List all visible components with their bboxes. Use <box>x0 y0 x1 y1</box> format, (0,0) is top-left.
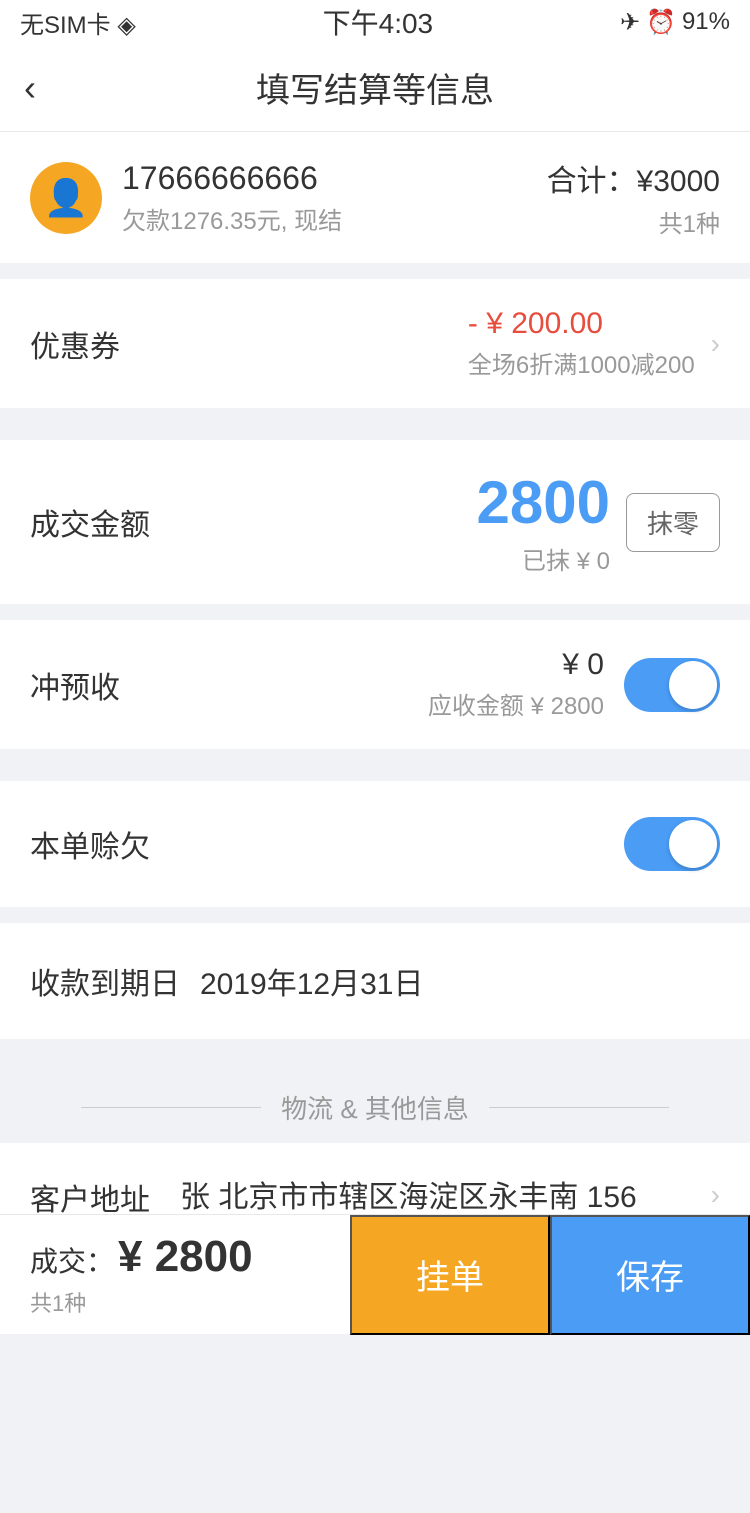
total-amount: 合计：¥3000 <box>547 156 720 200</box>
bottom-spacer <box>0 1313 750 1513</box>
address-label: 客户地址 <box>30 1175 150 1219</box>
footer-left: 成交： ¥ 2800 共1种 <box>0 1232 350 1318</box>
customer-card: 👤 17666666666 欠款1276.35元, 现结 合计：¥3000 共1… <box>0 132 750 263</box>
chong-amount: ¥ 0 <box>562 648 604 682</box>
round-button[interactable]: 抹零 <box>626 493 720 552</box>
customer-phone: 17666666666 <box>122 160 342 197</box>
coupon-amount: - ¥ 200.00 <box>468 307 695 341</box>
divider-line-left <box>81 1107 261 1108</box>
transaction-amount: 2800 <box>477 468 610 537</box>
battery-status: 91% <box>682 8 730 36</box>
customer-info: 17666666666 欠款1276.35元, 现结 <box>122 160 342 236</box>
chong-right: ¥ 0 应收金额 ¥ 2800 <box>428 648 720 721</box>
credit-label: 本单赊欠 <box>30 822 150 866</box>
credit-row: 本单赊欠 <box>0 781 750 907</box>
status-time: 下午4:03 <box>323 2 434 42</box>
status-bar: 无SIM卡 ◈ 下午4:03 ✈ ⏰ 91% <box>0 0 750 44</box>
logistics-divider: 物流 & 其他信息 <box>0 1071 750 1143</box>
credit-toggle-knob <box>669 820 717 868</box>
nav-bar: ‹ 填写结算等信息 <box>0 44 750 132</box>
alarm-icon: ⏰ <box>646 8 676 37</box>
coupon-label: 优惠券 <box>30 322 120 366</box>
due-date-value: 2019年12月31日 <box>200 959 423 1003</box>
transaction-right: 2800 已抹 ¥ 0 抹零 <box>477 468 721 576</box>
sim-status: 无SIM卡 ◈ <box>20 5 136 40</box>
total-count: 共1种 <box>547 204 720 239</box>
hang-order-button[interactable]: 挂单 <box>350 1215 550 1335</box>
credit-toggle[interactable] <box>624 817 720 871</box>
coupon-desc: 全场6折满1000减200 <box>468 345 695 380</box>
customer-row: 👤 17666666666 欠款1276.35元, 现结 合计：¥3000 共1… <box>0 132 750 263</box>
chong-label: 冲预收 <box>30 663 120 707</box>
customer-right: 合计：¥3000 共1种 <box>547 156 720 239</box>
chevron-icon: › <box>711 328 720 360</box>
footer: 成交： ¥ 2800 共1种 挂单 保存 <box>0 1214 750 1334</box>
footer-amount: ¥ 2800 <box>118 1232 253 1282</box>
avatar-icon: 👤 <box>44 177 89 219</box>
divider-line-right <box>489 1107 669 1108</box>
amount-center: 2800 已抹 ¥ 0 <box>477 468 610 576</box>
due-date-label: 收款到期日 <box>30 959 180 1003</box>
chong-toggle[interactable] <box>624 658 720 712</box>
back-button[interactable]: ‹ <box>24 67 36 109</box>
status-right: ✈ ⏰ 91% <box>620 8 730 37</box>
section-divider-2 <box>0 765 750 781</box>
avatar: 👤 <box>30 162 102 234</box>
customer-sub: 欠款1276.35元, 现结 <box>122 201 342 236</box>
status-left: 无SIM卡 ◈ <box>20 5 136 40</box>
chong-sub: 应收金额 ¥ 2800 <box>428 686 604 721</box>
section-divider-1 <box>0 424 750 440</box>
transaction-label: 成交金额 <box>30 500 150 544</box>
address-chevron-icon: › <box>711 1179 720 1211</box>
chong-values: ¥ 0 应收金额 ¥ 2800 <box>428 648 604 721</box>
transaction-row: 成交金额 2800 已抹 ¥ 0 抹零 <box>0 440 750 604</box>
toggle-knob <box>669 661 717 709</box>
footer-deal-label: 成交： <box>30 1240 114 1280</box>
page-title: 填写结算等信息 <box>256 63 494 112</box>
chong-row: 冲预收 ¥ 0 应收金额 ¥ 2800 <box>0 620 750 749</box>
transaction-sub: 已抹 ¥ 0 <box>522 541 610 576</box>
footer-count: 共1种 <box>30 1286 320 1318</box>
location-icon: ✈ <box>620 8 640 37</box>
section-divider-3 <box>0 1055 750 1071</box>
save-button[interactable]: 保存 <box>550 1215 750 1335</box>
coupon-right: - ¥ 200.00 全场6折满1000减200 › <box>468 307 720 380</box>
customer-left: 👤 17666666666 欠款1276.35元, 现结 <box>30 160 342 236</box>
coupon-row[interactable]: 优惠券 - ¥ 200.00 全场6折满1000减200 › <box>0 279 750 408</box>
due-date-row: 收款到期日 2019年12月31日 <box>0 923 750 1039</box>
logistics-label: 物流 & 其他信息 <box>281 1089 469 1126</box>
